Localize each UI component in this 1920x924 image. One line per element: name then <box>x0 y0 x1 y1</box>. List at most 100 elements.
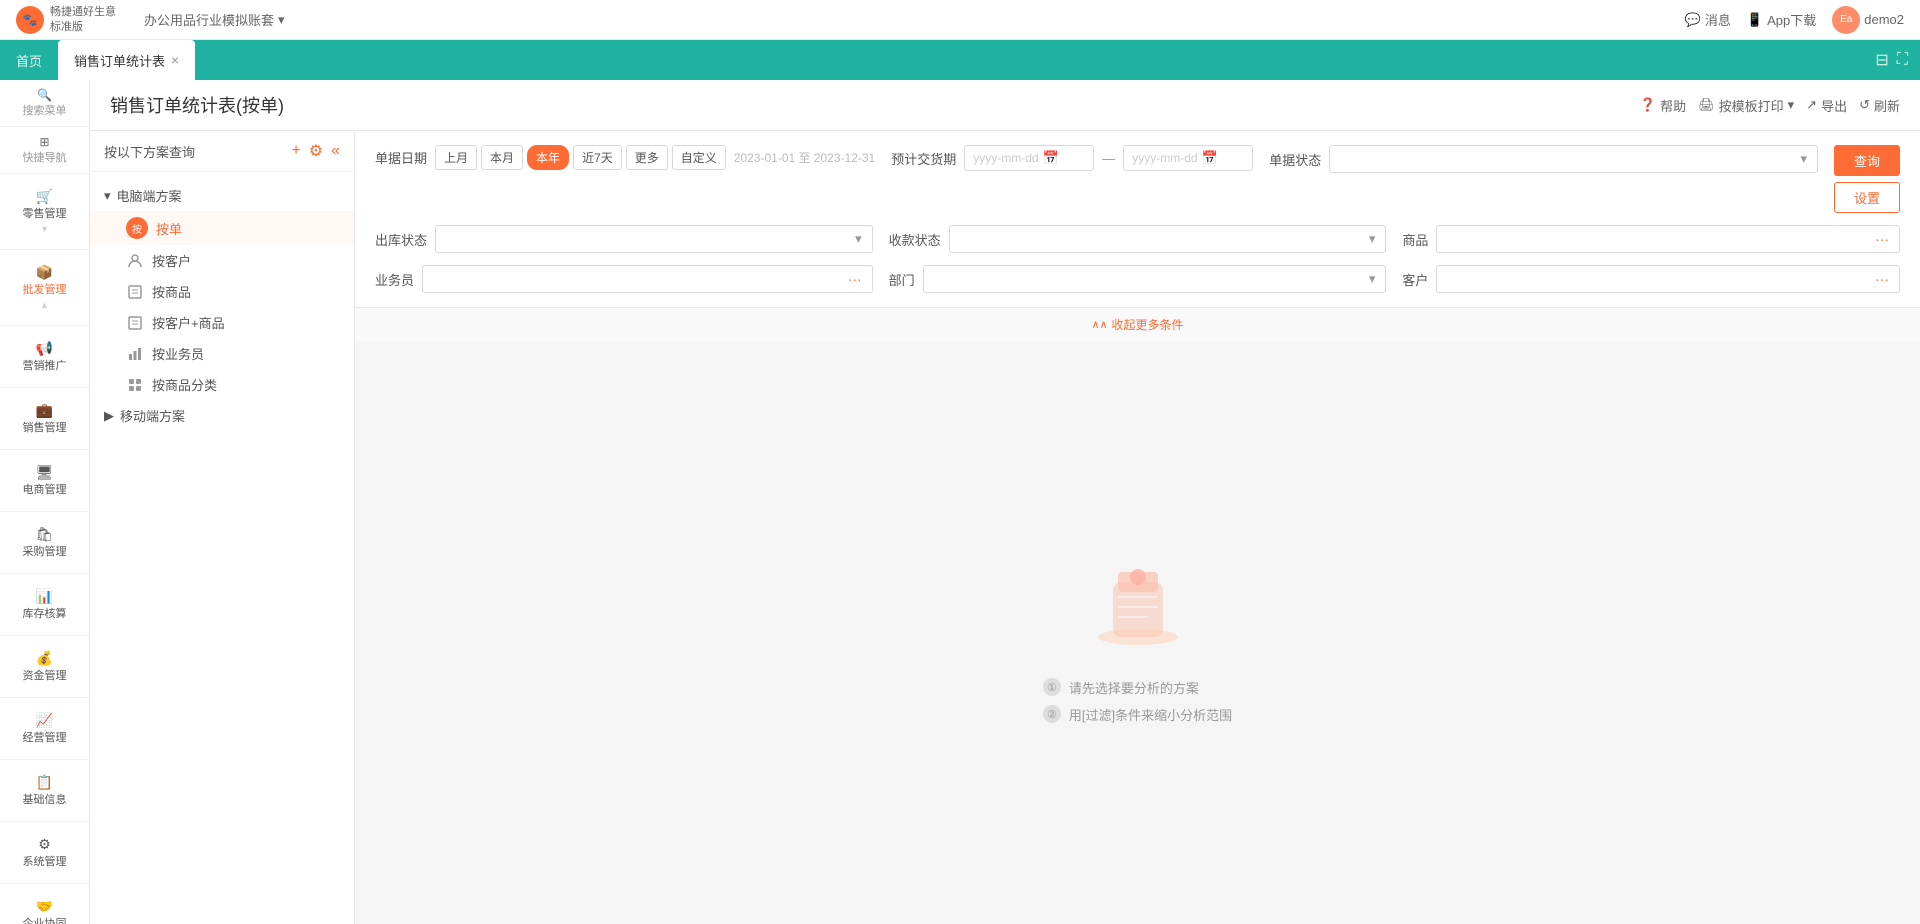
query-group-mobile-header[interactable]: ▶ 移动端方案 <box>90 400 354 431</box>
payment-chevron-icon: ▾ <box>1369 231 1376 247</box>
date-shortcuts: 上月 本月 本年 近7天 更多 自定义 <box>435 145 726 170</box>
sidebar-search[interactable]: 🔍 搜索菜单 <box>0 80 89 127</box>
empty-state: ① 请先选择要分析的方案 ② 用[过滤]条件来缩小分析范围 <box>355 341 1920 924</box>
settings-button[interactable]: 设置 <box>1834 182 1900 213</box>
sidebar-quick-nav[interactable]: ⊞ 快捷导航 <box>0 127 89 174</box>
shortcut-this-month[interactable]: 本月 <box>481 145 523 170</box>
sidebar-item-purchase[interactable]: 🛍 采购管理 <box>0 512 89 574</box>
help-button[interactable]: ❓ 帮助 <box>1640 96 1686 115</box>
sidebar-item-basic[interactable]: 📋 基础信息 <box>0 760 89 822</box>
messages-button[interactable]: 💬 消息 <box>1685 10 1731 29</box>
department-chevron-icon: ▾ <box>1369 271 1376 287</box>
customer-filter: 客户 ··· <box>1402 265 1900 293</box>
system-icon: ⚙ <box>8 836 81 853</box>
shortcut-custom[interactable]: 自定义 <box>672 145 726 170</box>
group-arrow-icon: ▾ <box>104 188 111 204</box>
salesperson-select[interactable]: ··· <box>422 265 873 293</box>
sidebar-item-ecommerce[interactable]: 🖥 电商管理 <box>0 450 89 512</box>
query-item-by-customer[interactable]: 按客户 <box>90 245 354 276</box>
operation-icon: 📈 <box>8 712 81 729</box>
query-tree: ▾ 电脑端方案 按 按单 按客户 <box>90 172 354 439</box>
department-select[interactable]: ▾ <box>923 265 1387 293</box>
expected-date-filter: 预计交货期 yyyy-mm-dd 📅 — yyyy-mm-dd 📅 <box>891 145 1253 171</box>
add-scheme-button[interactable]: + <box>291 142 300 160</box>
sidebar: 🔍 搜索菜单 ⊞ 快捷导航 🛒 零售管理 ▾ 📦 批发管理 ▴ 📢 营销推广 💼… <box>0 80 90 924</box>
page-header: 销售订单统计表(按单) ❓ 帮助 🖨 按模板打印 ▾ ↗ 导出 ↺ 刷新 <box>90 80 1920 131</box>
collapse-panel-button[interactable]: « <box>331 142 340 160</box>
group-arrow-right-icon: ▶ <box>104 408 114 424</box>
query-group-mobile: ▶ 移动端方案 <box>90 400 354 431</box>
tab-home[interactable]: 首页 <box>0 40 58 80</box>
sidebar-item-operation[interactable]: 📈 经营管理 <box>0 698 89 760</box>
sidebar-item-sales[interactable]: 💼 销售管理 <box>0 388 89 450</box>
date-range-inputs: 2023-01-01 至 2023-12-31 <box>734 149 875 166</box>
shortcut-7days[interactable]: 近7天 <box>573 145 622 170</box>
query-group-desktop: ▾ 电脑端方案 按 按单 按客户 <box>90 180 354 400</box>
payment-status-filter: 收款状态 ▾ <box>889 225 1387 253</box>
shortcut-this-year[interactable]: 本年 <box>527 145 569 170</box>
delivery-status-label: 出库状态 <box>375 230 427 249</box>
logo-icon: 🐾 <box>16 6 44 34</box>
query-item-by-customer-product[interactable]: 按客户+商品 <box>90 307 354 338</box>
template-print-button[interactable]: 🖨 按模板打印 ▾ <box>1698 96 1794 115</box>
refresh-button[interactable]: ↺ 刷新 <box>1859 96 1900 115</box>
query-item-by-salesperson[interactable]: 按业务员 <box>90 338 354 369</box>
export-icon: ↗ <box>1806 97 1817 113</box>
sidebar-item-finance[interactable]: 💰 资金管理 <box>0 636 89 698</box>
empty-illustration <box>1078 542 1198 662</box>
app-download-button[interactable]: 📱 App下载 <box>1747 10 1816 29</box>
query-item-by-product[interactable]: 按商品 <box>90 276 354 307</box>
delivery-status-select[interactable]: ▾ <box>435 225 873 253</box>
calendar-to-icon: 📅 <box>1202 150 1218 166</box>
sidebar-item-inventory[interactable]: 📊 库存核算 <box>0 574 89 636</box>
page-title: 销售订单统计表(按单) <box>110 92 284 118</box>
tab-sales-order-stats[interactable]: 销售订单统计表 × <box>58 40 195 80</box>
department-label: 部门 <box>889 270 915 289</box>
customer-select[interactable]: ··· <box>1436 265 1900 293</box>
export-button[interactable]: ↗ 导出 <box>1806 96 1847 115</box>
wholesale-icon: 📦 <box>8 264 81 281</box>
doc-status-filter: 单据状态 ▾ <box>1269 145 1818 173</box>
basic-icon: 📋 <box>8 774 81 791</box>
query-button[interactable]: 查询 <box>1834 145 1900 176</box>
expected-date-from-input[interactable]: yyyy-mm-dd 📅 <box>964 145 1094 171</box>
query-item-by-order[interactable]: 按 按单 <box>90 211 354 245</box>
user-menu[interactable]: Ea demo2 <box>1832 6 1904 34</box>
query-group-desktop-header[interactable]: ▾ 电脑端方案 <box>90 180 354 211</box>
expand-icon[interactable]: ⛶ <box>1897 51 1908 69</box>
payment-status-select[interactable]: ▾ <box>949 225 1387 253</box>
customer-more-icon[interactable]: ··· <box>1875 271 1889 287</box>
retail-icon: 🛒 <box>8 188 81 205</box>
app-selector[interactable]: 办公用品行业模拟账套 ▾ <box>144 10 285 29</box>
shortcut-more[interactable]: 更多 <box>626 145 668 170</box>
content-area: 销售订单统计表(按单) ❓ 帮助 🖨 按模板打印 ▾ ↗ 导出 ↺ 刷新 <box>90 80 1920 924</box>
main-body: 按以下方案查询 + ⚙ « ▾ 电脑端方案 <box>90 131 1920 924</box>
tip-num-1: ① <box>1043 678 1061 696</box>
doc-status-select[interactable]: ▾ <box>1329 145 1818 173</box>
salesperson-more-icon[interactable]: ··· <box>848 271 862 287</box>
filter-row-1: 单据日期 上月 本月 本年 近7天 更多 自定义 <box>375 145 1900 213</box>
left-panel-header: 按以下方案查询 + ⚙ « <box>90 131 354 172</box>
expected-date-to-input[interactable]: yyyy-mm-dd 📅 <box>1123 145 1253 171</box>
sidebar-item-enterprise[interactable]: 🤝 企业协同 <box>0 884 89 924</box>
sidebar-item-marketing[interactable]: 📢 营销推广 <box>0 326 89 388</box>
salesperson-label: 业务员 <box>375 270 414 289</box>
sidebar-item-system[interactable]: ⚙ 系统管理 <box>0 822 89 884</box>
query-item-by-product-category[interactable]: 按商品分类 <box>90 369 354 400</box>
product-more-icon[interactable]: ··· <box>1875 231 1889 247</box>
logo-area: 🐾 畅捷通好生意 标准版 <box>16 5 116 34</box>
print-chevron-icon: ▾ <box>1788 97 1795 113</box>
product-select[interactable]: ··· <box>1436 225 1900 253</box>
collapse-bar[interactable]: ∧∧ 收起更多条件 <box>355 307 1920 341</box>
shortcut-last-month[interactable]: 上月 <box>435 145 477 170</box>
minimize-icon[interactable]: ⊟ <box>1875 50 1888 70</box>
empty-tips: ① 请先选择要分析的方案 ② 用[过滤]条件来缩小分析范围 <box>1043 678 1232 724</box>
sidebar-item-retail[interactable]: 🛒 零售管理 ▾ <box>0 174 89 250</box>
tab-close-icon[interactable]: × <box>171 52 179 68</box>
by-salesperson-icon <box>126 345 144 363</box>
scheme-settings-button[interactable]: ⚙ <box>309 141 323 161</box>
sidebar-item-wholesale[interactable]: 📦 批发管理 ▴ <box>0 250 89 326</box>
help-icon: ❓ <box>1640 97 1656 113</box>
tab-bar: 首页 销售订单统计表 × ⊟ ⛶ <box>0 40 1920 80</box>
by-customer-icon <box>126 252 144 270</box>
